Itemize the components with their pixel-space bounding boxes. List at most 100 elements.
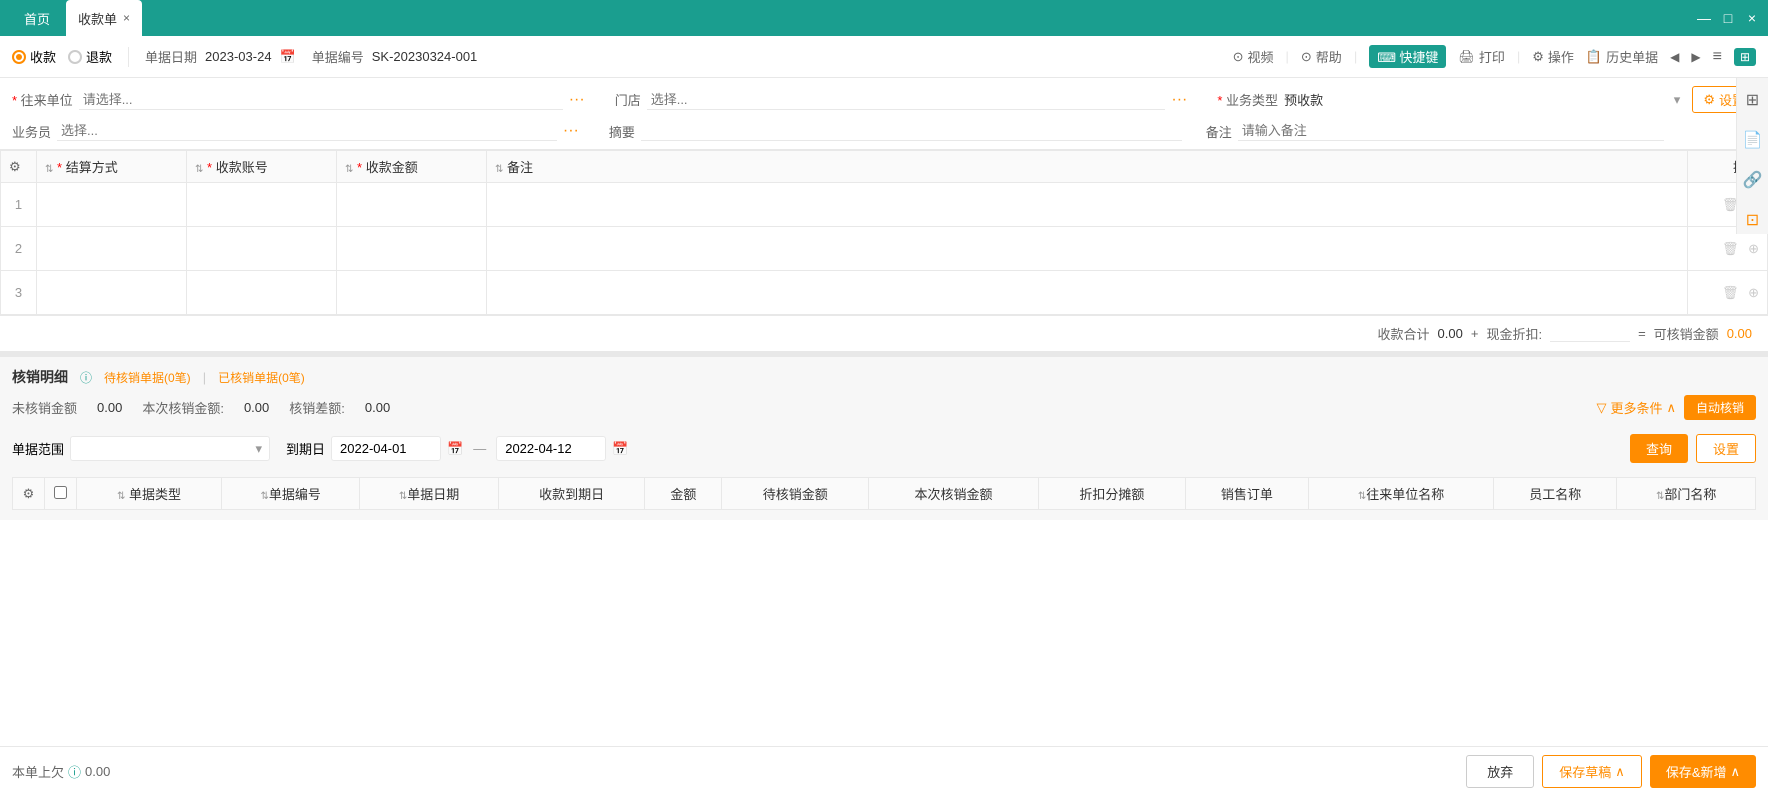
video-btn[interactable]: ⊙ 视频 xyxy=(1233,47,1274,66)
maximize-btn[interactable]: □ xyxy=(1720,10,1736,26)
radio-refund[interactable]: 退款 xyxy=(68,47,112,66)
summary-field: 摘要 xyxy=(609,121,1182,141)
row-3-delete-icon[interactable]: 🗑 xyxy=(1722,285,1739,300)
number-value: SK-20230324-001 xyxy=(372,49,478,64)
range-field: 单据范围 xyxy=(12,436,270,461)
table-settings-icon[interactable]: ⚙ xyxy=(9,159,21,174)
row-3-amount[interactable] xyxy=(337,271,487,315)
shop-more-icon[interactable]: ··· xyxy=(1165,91,1193,109)
filter-setting-btn[interactable]: 设置 xyxy=(1696,434,1756,463)
row-1-amount[interactable] xyxy=(337,183,487,227)
help-btn[interactable]: ⊙ 帮助 xyxy=(1301,47,1342,66)
list-icon[interactable]: ≡ xyxy=(1713,48,1722,66)
setting-icon: ⚙ xyxy=(1703,92,1715,108)
tab-home[interactable]: 首页 xyxy=(8,0,66,36)
bottom-settings-icon[interactable]: ⚙ xyxy=(23,486,35,501)
divider-1 xyxy=(128,47,129,67)
window-controls: — □ × xyxy=(1696,10,1760,26)
right-panel: ⊞ 📄 🔗 ⊡ xyxy=(1736,78,1768,234)
staff-field: 业务员 ··· xyxy=(12,121,585,141)
row-2-copy-icon[interactable]: ⊕ xyxy=(1748,241,1759,256)
staff-more-icon[interactable]: ··· xyxy=(557,122,585,140)
next-btn[interactable]: ▶ xyxy=(1691,50,1700,64)
row-2-delete-icon[interactable]: 🗑 xyxy=(1722,241,1739,256)
panel-document-icon[interactable]: 📄 xyxy=(1739,126,1767,154)
shortcut-btn[interactable]: ⌨ 快捷键 xyxy=(1369,45,1446,68)
range-label: 单据范围 xyxy=(12,439,64,458)
remark-input[interactable] xyxy=(1238,121,1664,141)
tab-active[interactable]: 收款单 × xyxy=(66,0,142,36)
row-3-copy-icon[interactable]: ⊕ xyxy=(1748,285,1759,300)
table-section: ⚙ ⇅ 结算方式 ⇅ 收款账号 ⇅ 收款金额 ⇅ xyxy=(0,150,1768,315)
row-2-account[interactable] xyxy=(187,227,337,271)
save-new-btn[interactable]: 保存&新增 ∧ xyxy=(1650,755,1756,788)
grid-btn[interactable]: ⊞ xyxy=(1734,48,1756,66)
history-btn[interactable]: 📋 历史单据 xyxy=(1586,47,1658,66)
minimize-btn[interactable]: — xyxy=(1696,10,1712,26)
row-3-account[interactable] xyxy=(187,271,337,315)
date-dash: — xyxy=(473,441,486,456)
footer: 本单上欠 ⓘ 0.00 放弃 保存草稿 ∧ 保存&新增 ∧ xyxy=(0,746,1768,796)
current-label: 本次核销金额: xyxy=(142,398,224,417)
panel-link-icon[interactable]: 🔗 xyxy=(1739,166,1767,194)
date-from-input[interactable] xyxy=(331,436,441,461)
counterpart-input[interactable] xyxy=(79,90,563,110)
done-tab[interactable]: 已核销单据(0笔) xyxy=(218,369,305,386)
radio-receive-dot xyxy=(16,54,22,60)
th-counterpart: ⇅往来单位名称 xyxy=(1309,478,1494,510)
summary-input[interactable] xyxy=(641,121,1182,141)
row-2-remark[interactable] xyxy=(487,227,1688,271)
counterpart-field: 往来单位 ··· xyxy=(12,90,591,110)
pending-tab[interactable]: 待核销单据(0笔) xyxy=(104,369,191,386)
print-btn[interactable]: 🖨 打印 xyxy=(1458,47,1505,66)
diff-label: 核销差额: xyxy=(289,398,345,417)
th-amount: ⇅ 收款金额 xyxy=(337,151,487,183)
date-from-calendar-icon[interactable]: 📅 xyxy=(447,441,463,457)
row-2-settlement[interactable] xyxy=(37,227,187,271)
row-3-remark[interactable] xyxy=(487,271,1688,315)
date-to-calendar-icon[interactable]: 📅 xyxy=(612,441,628,457)
counterpart-more-icon[interactable]: ··· xyxy=(563,91,591,109)
reconcile-info-icon[interactable]: ⓘ xyxy=(80,369,92,386)
total-label: 收款合计 xyxy=(1378,324,1430,343)
tab-close-icon[interactable]: × xyxy=(123,12,130,24)
more-conditions-btn[interactable]: ▽ 更多条件 ∧ xyxy=(1596,398,1676,417)
row-2-amount[interactable] xyxy=(337,227,487,271)
panel-screen-icon[interactable]: ⊡ xyxy=(1739,206,1767,234)
discount-input[interactable] xyxy=(1550,326,1630,342)
prev-btn[interactable]: ◀ xyxy=(1670,50,1679,64)
row-1-settlement[interactable] xyxy=(37,183,187,227)
radio-receive[interactable]: 收款 xyxy=(12,47,56,66)
range-select[interactable] xyxy=(70,436,270,461)
form-row-2: 业务员 ··· 摘要 备注 xyxy=(12,121,1756,141)
shop-input[interactable] xyxy=(647,90,1166,110)
close-btn[interactable]: × xyxy=(1744,10,1760,26)
discount-label: 现金折扣: xyxy=(1486,324,1542,343)
auto-reconcile-btn[interactable]: 自动核销 xyxy=(1684,395,1756,420)
date-calendar-icon[interactable]: 📅 xyxy=(280,49,296,65)
staff-input[interactable] xyxy=(57,121,557,141)
th-doc-num: ⇅单据编号 xyxy=(221,478,359,510)
row-3-settlement[interactable] xyxy=(37,271,187,315)
shop-label: 门店 xyxy=(615,90,647,109)
panel-table-icon[interactable]: ⊞ xyxy=(1739,86,1767,114)
row-1-account[interactable] xyxy=(187,183,337,227)
select-all-checkbox[interactable] xyxy=(54,486,67,499)
abandon-btn[interactable]: 放弃 xyxy=(1466,755,1534,788)
filter-row: 单据范围 到期日 📅 — 📅 查询 设置 xyxy=(12,428,1756,469)
info-icon-footer[interactable]: ⓘ xyxy=(68,762,81,781)
biztype-select[interactable]: 预收款 ▾ xyxy=(1284,90,1680,109)
ops-btn[interactable]: ⚙ 操作 xyxy=(1532,47,1574,66)
date-to-input[interactable] xyxy=(496,436,606,461)
tab-active-label: 收款单 xyxy=(78,9,117,28)
summary-label: 摘要 xyxy=(609,122,641,141)
equal-label: = xyxy=(1638,326,1646,341)
save-draft-btn[interactable]: 保存草稿 ∧ xyxy=(1542,755,1642,788)
th-current: 本次核销金额 xyxy=(869,478,1039,510)
th-remark: ⇅ 备注 xyxy=(487,151,1688,183)
toolbar-right: ⊙ 视频 | ⊙ 帮助 | ⌨ 快捷键 🖨 打印 | ⚙ 操作 xyxy=(1233,45,1756,68)
th-settings-bottom: ⚙ xyxy=(13,478,45,510)
biztype-value: 预收款 xyxy=(1284,90,1674,109)
query-btn[interactable]: 查询 xyxy=(1630,434,1688,463)
row-1-remark[interactable] xyxy=(487,183,1688,227)
